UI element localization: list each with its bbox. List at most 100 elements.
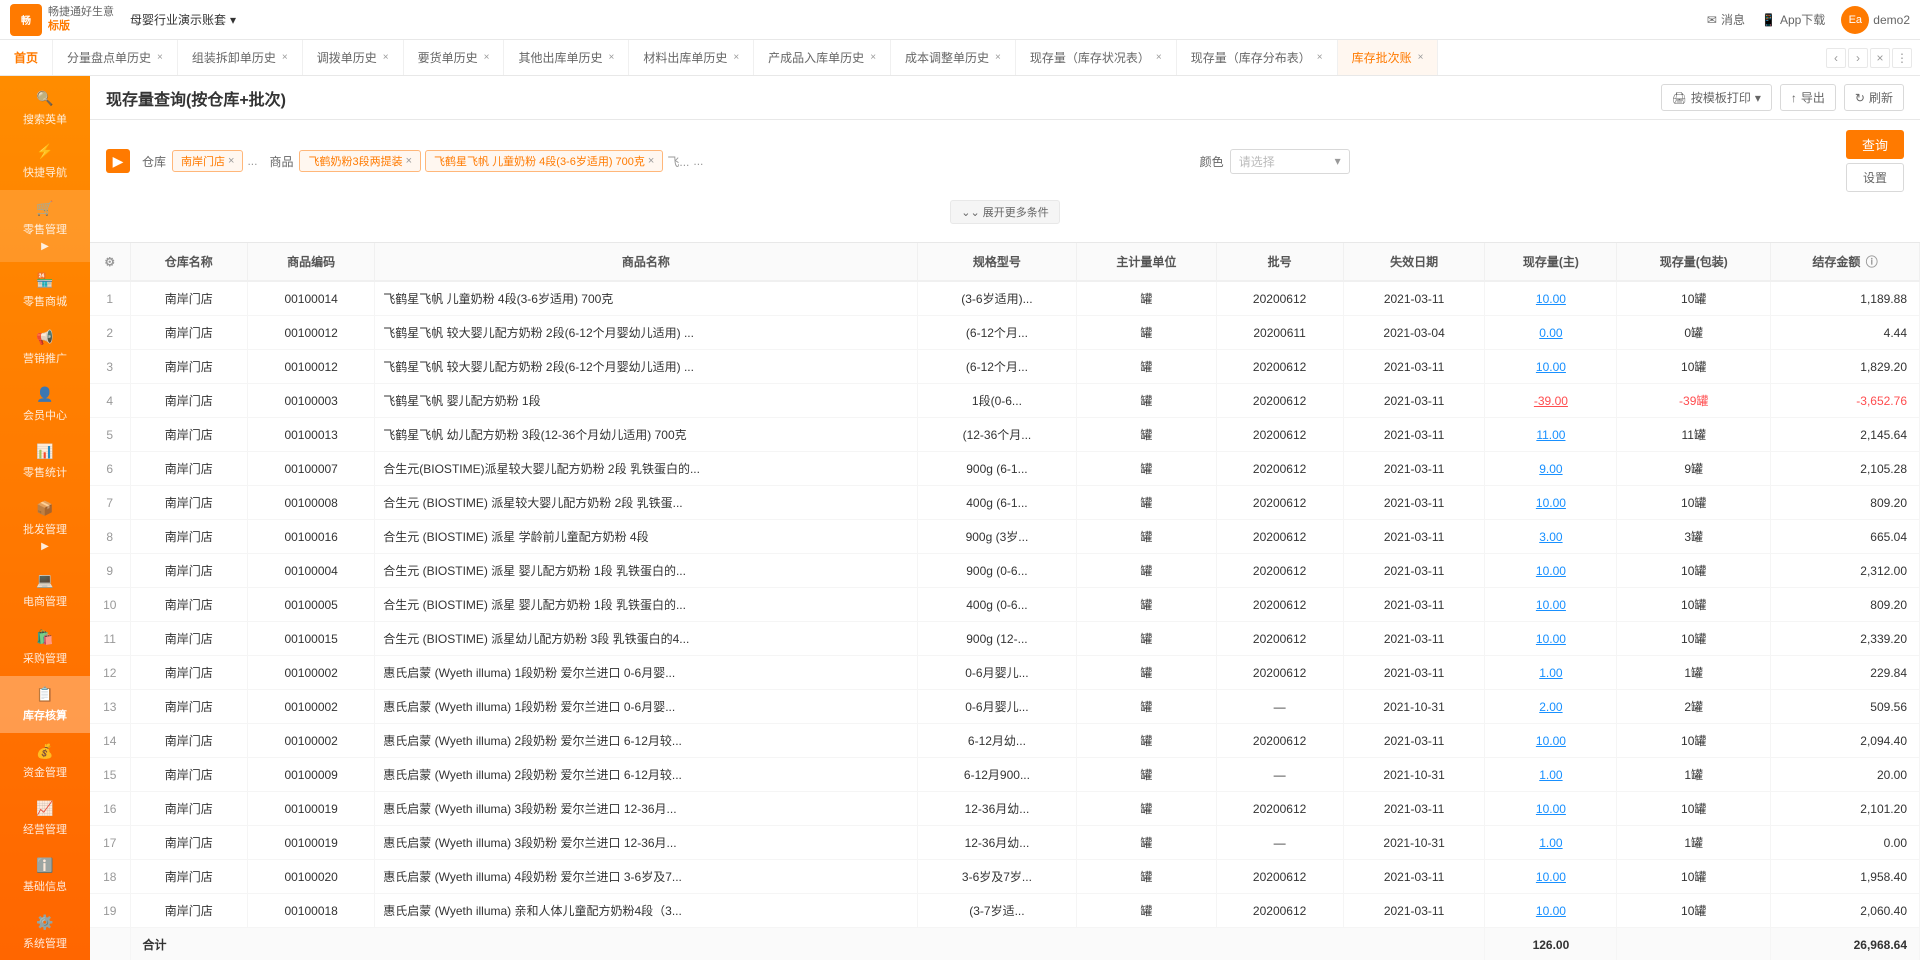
cell-batch: 20200612 xyxy=(1216,384,1343,418)
sidebar-item-retail-stats[interactable]: 📊 零售统计 xyxy=(0,433,90,490)
cell-amount: 2,312.00 xyxy=(1771,554,1920,588)
print-button[interactable]: 🖨 按模板打印 ▾ xyxy=(1661,84,1772,111)
cell-qty-main[interactable]: 1.00 xyxy=(1485,656,1617,690)
tab-stock-status[interactable]: 现存量（库存状况表） × xyxy=(1016,40,1177,76)
close-icon[interactable]: × xyxy=(608,52,614,63)
sidebar-item-purchase[interactable]: 🛍️ 采购管理 xyxy=(0,619,90,676)
tab-batch-ledger[interactable]: 库存批次账 × xyxy=(1338,40,1439,76)
cell-qty-main[interactable]: 10.00 xyxy=(1485,792,1617,826)
tab-zuzhang[interactable]: 组装拆卸单历史 × xyxy=(178,40,303,76)
tab-prodin[interactable]: 产成品入库单历史 × xyxy=(754,40,891,76)
close-icon[interactable]: × xyxy=(383,52,389,63)
cell-qty-main[interactable]: 10.00 xyxy=(1485,588,1617,622)
cell-qty-main[interactable]: 1.00 xyxy=(1485,826,1617,860)
industry-selector[interactable]: 母婴行业演示账套 ▾ xyxy=(130,11,236,28)
nav-tabs: 首页 分量盘点单历史 × 组装拆卸单历史 × 调拨单历史 × 要货单历史 × 其… xyxy=(0,40,1920,76)
cell-warehouse: 南岸门店 xyxy=(130,350,248,384)
product-more-ellipsis[interactable]: ... xyxy=(693,154,703,168)
close-icon[interactable]: × xyxy=(157,52,163,63)
product-ellipsis[interactable]: 飞... xyxy=(667,153,689,170)
cell-qty-main[interactable]: 10.00 xyxy=(1485,554,1617,588)
tab-home[interactable]: 首页 xyxy=(0,40,53,76)
table-row: 10 南岸门店 00100005 合生元 (BIOSTIME) 派星 婴儿配方奶… xyxy=(90,588,1920,622)
nav-menu-button[interactable]: ⋮ xyxy=(1892,48,1912,68)
sidebar-item-inventory[interactable]: 📋 库存核算 xyxy=(0,676,90,733)
app-download-button[interactable]: 📱 App下载 xyxy=(1761,11,1825,28)
tab-costadj[interactable]: 成本调整单历史 × xyxy=(891,40,1016,76)
cell-qty-main[interactable]: 0.00 xyxy=(1485,316,1617,350)
cell-qty-main[interactable]: 1.00 xyxy=(1485,758,1617,792)
nav-prev-button[interactable]: ‹ xyxy=(1826,48,1846,68)
remove-tag-icon[interactable]: × xyxy=(228,155,234,167)
tab-yaohuo[interactable]: 要货单历史 × xyxy=(404,40,505,76)
cell-qty-main[interactable]: 10.00 xyxy=(1485,281,1617,316)
tab-fenpan[interactable]: 分量盘点单历史 × xyxy=(53,40,178,76)
cell-expiry: 2021-10-31 xyxy=(1343,826,1485,860)
cell-qty-main[interactable]: 10.00 xyxy=(1485,894,1617,928)
cell-qty-main[interactable]: 10.00 xyxy=(1485,350,1617,384)
cell-qty-main[interactable]: -39.00 xyxy=(1485,384,1617,418)
close-icon[interactable]: × xyxy=(870,52,876,63)
close-icon[interactable]: × xyxy=(484,52,490,63)
cell-amount: 2,101.20 xyxy=(1771,792,1920,826)
cell-qty-main[interactable]: 2.00 xyxy=(1485,690,1617,724)
tab-otherout[interactable]: 其他出库单历史 × xyxy=(504,40,629,76)
product-tag-2[interactable]: 飞鹤星飞帆 儿童奶粉 4段(3-6岁适用) 700克 × xyxy=(425,150,663,172)
expand-more-area[interactable]: ⌄⌄ 展开更多条件 xyxy=(106,192,1904,232)
nav-next-button[interactable]: › xyxy=(1848,48,1868,68)
tab-stock-dist[interactable]: 现存量（库存分布表） × xyxy=(1177,40,1338,76)
remove-tag-icon[interactable]: × xyxy=(406,155,412,167)
export-button[interactable]: ↑ 导出 xyxy=(1780,84,1836,111)
sidebar-item-ecommerce[interactable]: 💻 电商管理 xyxy=(0,562,90,619)
sidebar-item-wholesale[interactable]: 📦 批发管理 ▶ xyxy=(0,490,90,562)
sidebar-item-shop[interactable]: 🏪 零售商城 xyxy=(0,262,90,319)
close-icon[interactable]: × xyxy=(1156,52,1162,63)
close-icon[interactable]: × xyxy=(1317,52,1323,63)
expand-arrow-icon: ▶ xyxy=(41,241,49,252)
refresh-button[interactable]: ↻ 刷新 xyxy=(1844,84,1904,111)
cell-qty-main[interactable]: 9.00 xyxy=(1485,452,1617,486)
close-icon[interactable]: × xyxy=(733,52,739,63)
close-icon[interactable]: × xyxy=(282,52,288,63)
nav-close-button[interactable]: × xyxy=(1870,48,1890,68)
tab-diaopo[interactable]: 调拨单历史 × xyxy=(303,40,404,76)
warehouse-tag-naan[interactable]: 南岸门店 × xyxy=(172,150,243,172)
cell-qty-main[interactable]: 3.00 xyxy=(1485,520,1617,554)
sidebar-item-quicknav[interactable]: ⚡ 快捷导航 xyxy=(0,133,90,190)
user-profile[interactable]: Ea demo2 xyxy=(1841,6,1910,34)
remove-tag-icon[interactable]: × xyxy=(648,155,654,167)
settings-icon[interactable]: ⚙ xyxy=(104,255,115,269)
cell-qty-main[interactable]: 11.00 xyxy=(1485,418,1617,452)
warehouse-ellipsis[interactable]: ... xyxy=(247,154,257,168)
sidebar-item-biz[interactable]: 📈 经营管理 xyxy=(0,790,90,847)
info-icon[interactable]: ⓘ xyxy=(1866,255,1878,269)
sidebar-item-finance[interactable]: 💰 资金管理 xyxy=(0,733,90,790)
cell-qty-main[interactable]: 10.00 xyxy=(1485,622,1617,656)
sidebar-item-search[interactable]: 🔍 搜索英单 xyxy=(0,84,90,133)
cell-qty-main[interactable]: 10.00 xyxy=(1485,724,1617,758)
cell-qty-main[interactable]: 10.00 xyxy=(1485,486,1617,520)
color-selector[interactable]: 请选择 ▾ xyxy=(1230,149,1350,174)
row-number: 14 xyxy=(90,724,130,758)
expand-more-button[interactable]: ⌄⌄ 展开更多条件 xyxy=(950,200,1059,224)
sidebar-item-basic[interactable]: ℹ️ 基础信息 xyxy=(0,847,90,904)
cell-qty-main[interactable]: 10.00 xyxy=(1485,860,1617,894)
cell-qty-pkg: 10罐 xyxy=(1617,792,1771,826)
cell-expiry: 2021-03-11 xyxy=(1343,554,1485,588)
filter-toggle-button[interactable]: ▶ xyxy=(106,149,130,173)
row-number: 1 xyxy=(90,281,130,316)
row-number: 12 xyxy=(90,656,130,690)
product-tag-1[interactable]: 飞鹤奶粉3段两提装 × xyxy=(299,150,421,172)
query-button[interactable]: 查询 xyxy=(1846,130,1904,159)
sidebar-item-member[interactable]: 👤 会员中心 xyxy=(0,376,90,433)
sidebar-item-system[interactable]: ⚙️ 系统管理 xyxy=(0,904,90,960)
close-icon[interactable]: × xyxy=(1418,52,1424,63)
close-icon[interactable]: × xyxy=(995,52,1001,63)
settings-button[interactable]: 设置 xyxy=(1846,163,1904,192)
sidebar-item-marketing[interactable]: 📢 营销推广 xyxy=(0,319,90,376)
col-settings[interactable]: ⚙ xyxy=(90,243,130,281)
tab-matout[interactable]: 材料出库单历史 × xyxy=(629,40,754,76)
sidebar-item-retail[interactable]: 🛒 零售管理 ▶ xyxy=(0,190,90,262)
purchase-icon: 🛍️ xyxy=(36,629,53,646)
message-button[interactable]: ✉ 消息 xyxy=(1707,11,1745,28)
